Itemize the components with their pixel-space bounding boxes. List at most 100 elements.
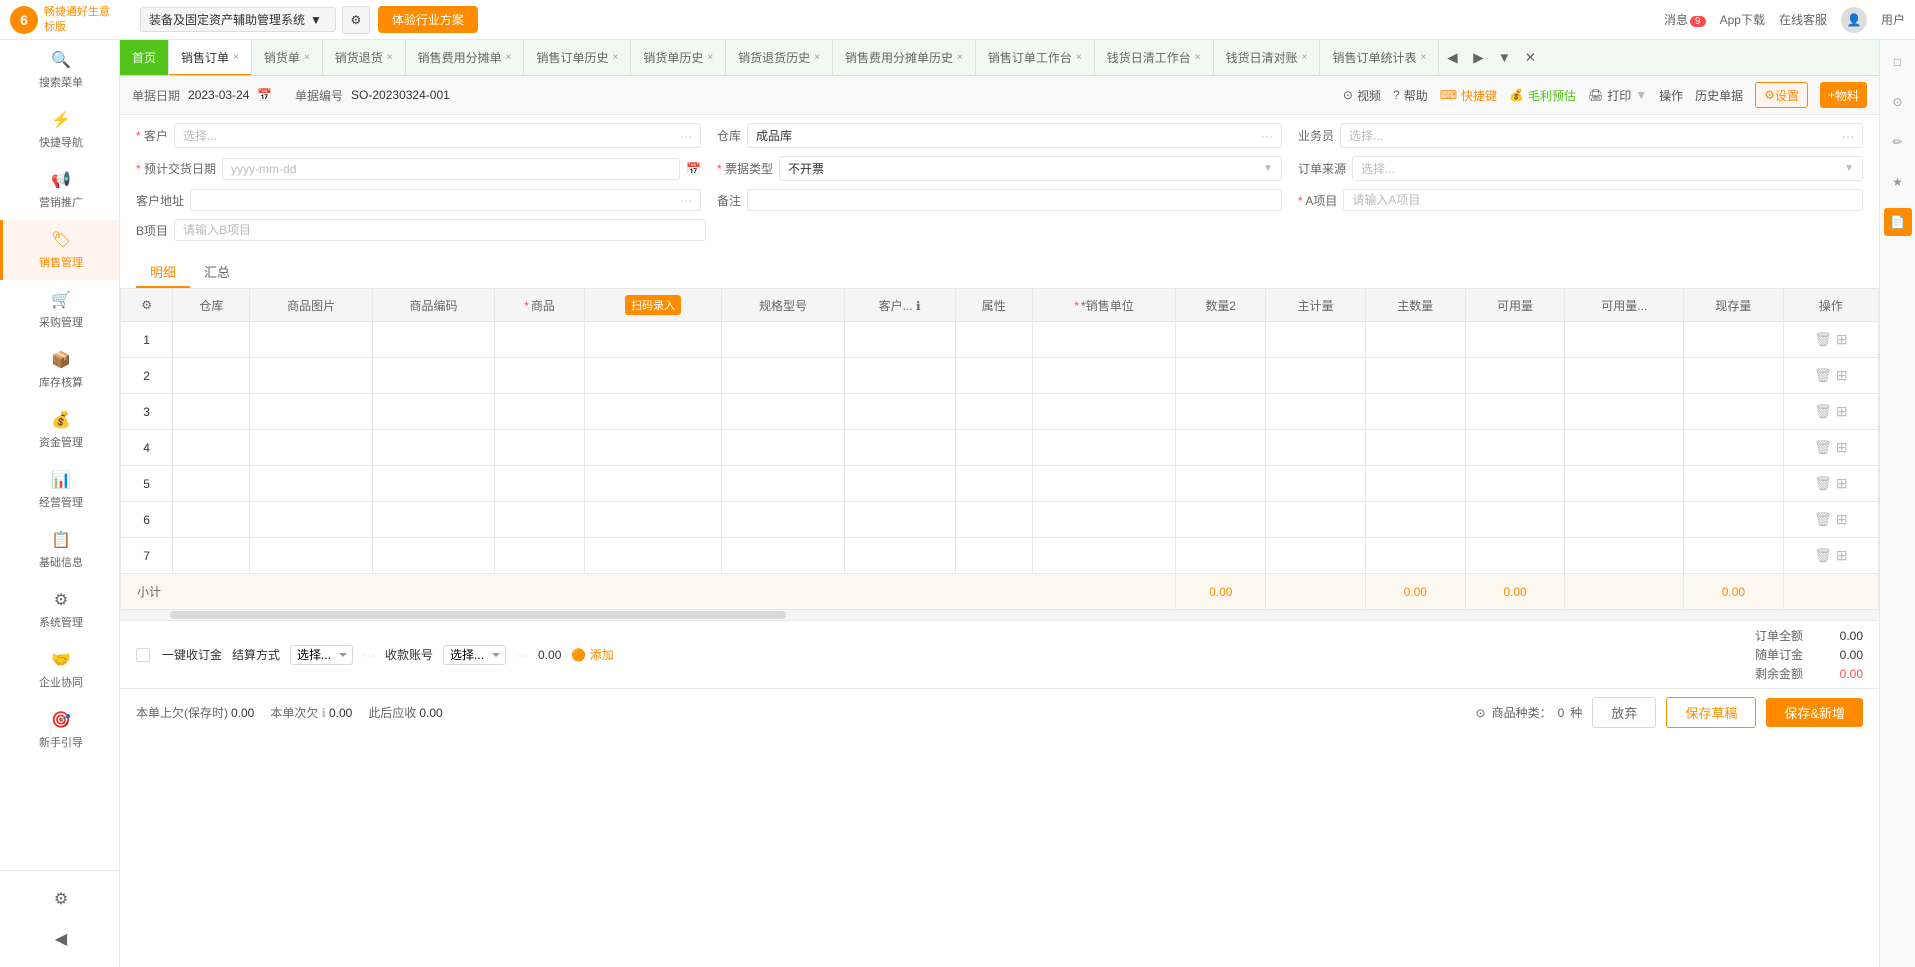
col-settings-icon[interactable]: ⚙ — [141, 298, 152, 312]
sidebar-item-7[interactable]: 📊经营管理 — [0, 460, 119, 520]
tab-close-10[interactable]: × — [1195, 52, 1201, 63]
row-attr-1[interactable] — [955, 322, 1032, 358]
row-unit-3[interactable] — [1032, 394, 1176, 430]
row-customer-code-3[interactable] — [844, 394, 955, 430]
row-copy-3[interactable]: ⊞ — [1836, 403, 1848, 420]
a-project-input[interactable] — [1343, 189, 1863, 211]
row-product-5[interactable] — [495, 466, 585, 502]
online-service-link[interactable]: 在线客服 — [1779, 11, 1827, 28]
add-payment-btn[interactable]: 🟠 添加 — [571, 646, 613, 663]
tab-close-7[interactable]: × — [814, 52, 820, 63]
row-code-6[interactable] — [372, 502, 494, 538]
row-unit-5[interactable] — [1032, 466, 1176, 502]
right-panel-star[interactable]: ★ — [1884, 168, 1912, 196]
row-warehouse-2[interactable] — [173, 358, 250, 394]
row-copy-5[interactable]: ⊞ — [1836, 475, 1848, 492]
horizontal-scrollbar[interactable] — [120, 610, 1879, 620]
print-btn[interactable]: 🖨 打印 ▼ — [1588, 87, 1647, 104]
save-new-button[interactable]: 保存&新增 — [1766, 698, 1863, 727]
row-code-1[interactable] — [372, 322, 494, 358]
tab-6[interactable]: 销货单历史× — [631, 40, 726, 75]
row-delete-3[interactable]: 🗑 — [1814, 403, 1832, 420]
sidebar-item-11[interactable]: 🎯新手引导 — [0, 700, 119, 760]
row-spec-1[interactable] — [722, 322, 844, 358]
tab-close-6[interactable]: × — [707, 52, 713, 63]
row-customer-code-1[interactable] — [844, 322, 955, 358]
tab-close-9[interactable]: × — [1076, 52, 1082, 63]
row-spec-5[interactable] — [722, 466, 844, 502]
sidebar-settings[interactable]: ⚙ — [0, 879, 119, 919]
profit-btn[interactable]: 💰 毛利预估 — [1509, 87, 1576, 104]
row-attr-5[interactable] — [955, 466, 1032, 502]
gear-button[interactable]: ⚙ — [342, 6, 370, 34]
row-delete-6[interactable]: 🗑 — [1814, 511, 1832, 528]
address-select[interactable]: ··· — [190, 189, 701, 211]
row-product-1[interactable] — [495, 322, 585, 358]
salesperson-select[interactable]: 选择... ··· — [1340, 123, 1863, 148]
row-spec-4[interactable] — [722, 430, 844, 466]
row-warehouse-1[interactable] — [173, 322, 250, 358]
row-qty2-6[interactable] — [1176, 502, 1266, 538]
tab-1[interactable]: 销售订单× — [169, 40, 252, 76]
sidebar-item-8[interactable]: 📋基础信息 — [0, 520, 119, 580]
address-dots[interactable]: ··· — [680, 193, 692, 207]
save-draft-button[interactable]: 保存草稿 — [1666, 697, 1756, 728]
tab-10[interactable]: 钱货日清工作台× — [1095, 40, 1214, 75]
system-selector[interactable]: 装备及固定资产辅助管理系统 ▼ — [140, 7, 336, 32]
operation-btn[interactable]: 操作 — [1659, 87, 1683, 104]
tab-7[interactable]: 销货退货历史× — [726, 40, 833, 75]
row-code-7[interactable] — [372, 538, 494, 574]
tab-close-5[interactable]: × — [612, 52, 618, 63]
row-warehouse-4[interactable] — [173, 430, 250, 466]
row-attr-3[interactable] — [955, 394, 1032, 430]
row-copy-6[interactable]: ⊞ — [1836, 511, 1848, 528]
right-panel-edit[interactable]: ✏ — [1884, 128, 1912, 156]
sidebar-item-5[interactable]: 📦库存核算 — [0, 340, 119, 400]
row-qty2-3[interactable] — [1176, 394, 1266, 430]
delivery-input[interactable] — [222, 158, 680, 180]
tab-close-2[interactable]: × — [304, 52, 310, 63]
col-scan[interactable]: 扫码录入 — [584, 289, 721, 322]
row-code-2[interactable] — [372, 358, 494, 394]
scan-input-btn[interactable]: 扫码录入 — [625, 295, 681, 315]
row-main-qty-3[interactable] — [1365, 394, 1465, 430]
sidebar-item-3[interactable]: 🏷销售管理 — [0, 220, 119, 280]
row-unit-7[interactable] — [1032, 538, 1176, 574]
history-btn[interactable]: 历史单据 — [1695, 87, 1743, 104]
row-main-qty-2[interactable] — [1365, 358, 1465, 394]
sidebar-item-6[interactable]: 💰资金管理 — [0, 400, 119, 460]
row-qty2-5[interactable] — [1176, 466, 1266, 502]
tab-0[interactable]: 首页 — [120, 40, 169, 75]
sidebar-item-10[interactable]: 🤝企业协同 — [0, 640, 119, 700]
col-settings[interactable]: ⚙ — [121, 289, 173, 322]
account-select[interactable]: 选择... — [443, 645, 506, 665]
tab-summary[interactable]: 汇总 — [190, 257, 244, 288]
calendar2-icon[interactable]: 📅 — [686, 162, 701, 176]
row-warehouse-5[interactable] — [173, 466, 250, 502]
row-copy-7[interactable]: ⊞ — [1836, 547, 1848, 564]
sidebar-item-4[interactable]: 🛒采购管理 — [0, 280, 119, 340]
invoice-select[interactable]: 不开票 ▼ — [779, 156, 1282, 181]
tab-12[interactable]: 销售订单统计表× — [1320, 40, 1439, 75]
add-product-btn[interactable]: + 物料 — [1820, 82, 1867, 108]
row-qty2-4[interactable] — [1176, 430, 1266, 466]
settlement-select[interactable]: 选择... — [290, 645, 353, 665]
sidebar-item-2[interactable]: 📢营销推广 — [0, 160, 119, 220]
tab-8[interactable]: 销售费用分摊单历史× — [833, 40, 976, 75]
right-panel-view[interactable]: □ — [1884, 48, 1912, 76]
tab-detail[interactable]: 明细 — [136, 257, 190, 288]
row-warehouse-3[interactable] — [173, 394, 250, 430]
row-warehouse-7[interactable] — [173, 538, 250, 574]
row-spec-2[interactable] — [722, 358, 844, 394]
tab-close-3[interactable]: × — [387, 52, 393, 63]
tab-next-btn[interactable]: ▶ — [1465, 40, 1491, 76]
customer-dots[interactable]: ··· — [680, 129, 692, 143]
right-panel-doc[interactable]: 📄 — [1884, 208, 1912, 236]
row-qty2-2[interactable] — [1176, 358, 1266, 394]
row-spec-6[interactable] — [722, 502, 844, 538]
tab-11[interactable]: 钱货日清对账× — [1214, 40, 1321, 75]
tab-prev-btn[interactable]: ◀ — [1439, 40, 1465, 76]
tab-close-12[interactable]: × — [1420, 52, 1426, 63]
row-customer-code-2[interactable] — [844, 358, 955, 394]
row-code-3[interactable] — [372, 394, 494, 430]
